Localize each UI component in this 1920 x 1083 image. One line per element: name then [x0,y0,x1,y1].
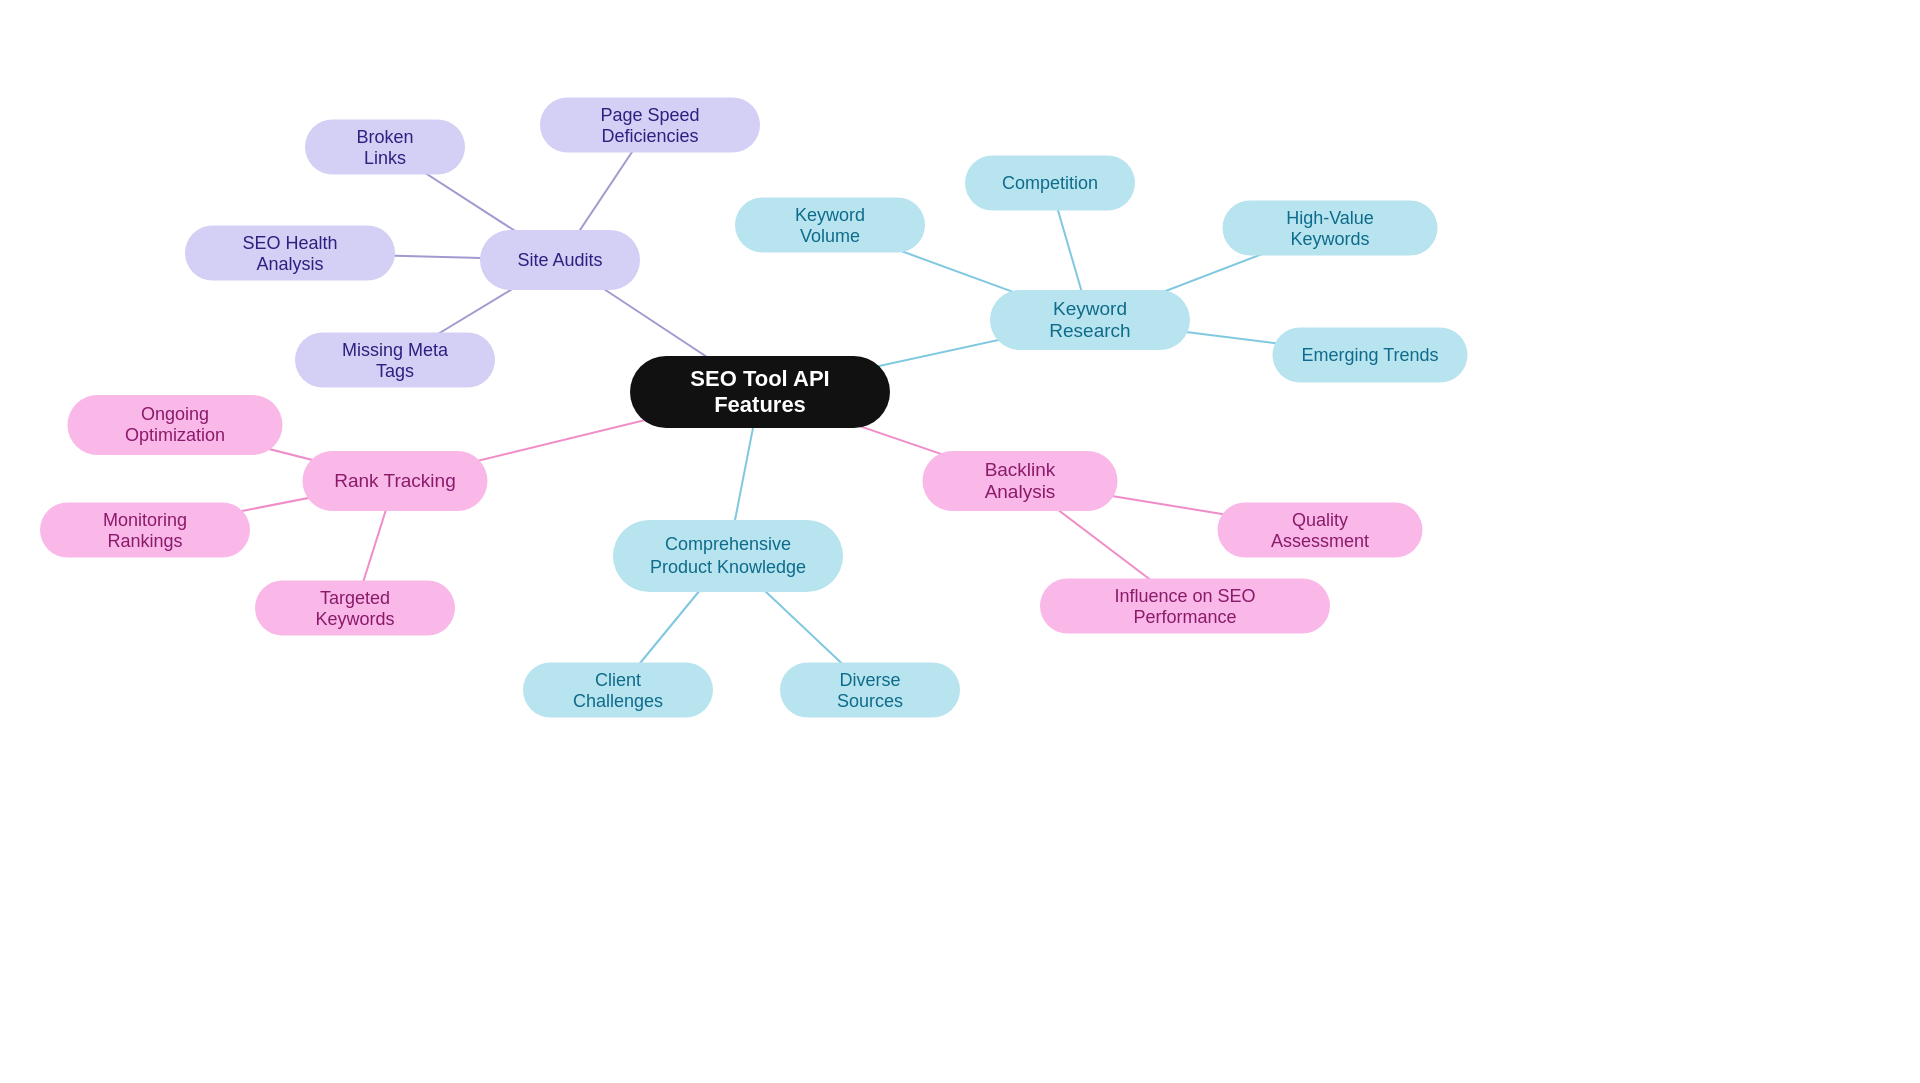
diverse-sources-node: Diverse Sources [780,663,960,718]
seo-health-node: SEO Health Analysis [185,226,395,281]
comp-product-node: Comprehensive Product Knowledge [613,520,843,592]
keyword-research-node: Keyword Research [990,290,1190,350]
quality-assessment-node: Quality Assessment [1218,503,1423,558]
influence-seo-node: Influence on SEO Performance [1040,579,1330,634]
keyword-volume-node: Keyword Volume [735,198,925,253]
backlink-analysis-node: Backlink Analysis [923,451,1118,511]
high-value-node: High-Value Keywords [1223,201,1438,256]
page-speed-node: Page Speed Deficiencies [540,98,760,153]
emerging-trends-node: Emerging Trends [1273,328,1468,383]
ongoing-opt-node: Ongoing Optimization [68,395,283,455]
targeted-keywords-node: Targeted Keywords [255,581,455,636]
competition-node: Competition [965,156,1135,211]
site-audits-node: Site Audits [480,230,640,290]
center-node: SEO Tool API Features [630,356,890,428]
client-challenges-node: Client Challenges [523,663,713,718]
broken-links-node: Broken Links [305,120,465,175]
missing-meta-node: Missing Meta Tags [295,333,495,388]
monitoring-node: Monitoring Rankings [40,503,250,558]
rank-tracking-node: Rank Tracking [303,451,488,511]
